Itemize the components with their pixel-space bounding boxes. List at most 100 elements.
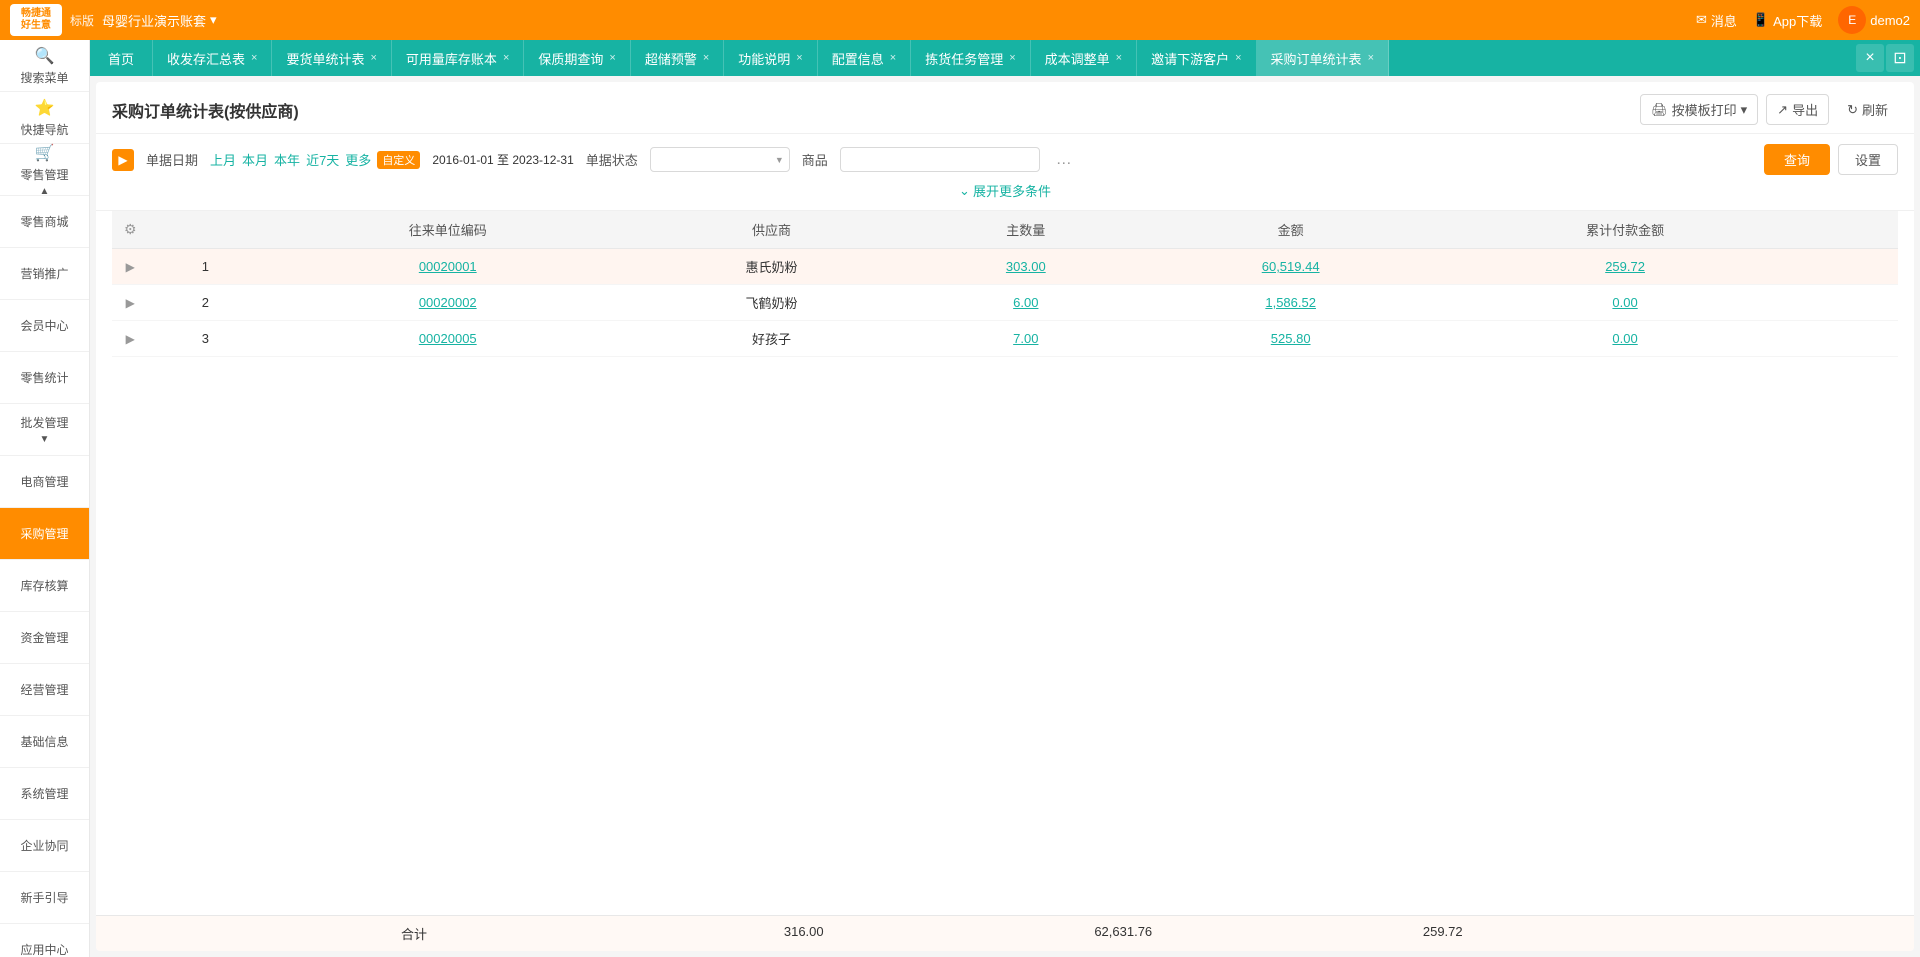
row-paid-amount[interactable]: 0.00 [1440,321,1811,357]
row-amount[interactable]: 1,586.52 [1142,285,1440,321]
row-main-qty[interactable]: 7.00 [910,321,1142,357]
tab-available-stock[interactable]: 可用量库存账本 × [392,40,524,76]
row-paid-amount[interactable]: 259.72 [1440,249,1811,285]
tab-purchase-stats[interactable]: 采购订单统计表 × [1257,40,1389,76]
row-main-qty[interactable]: 6.00 [910,285,1142,321]
row-supplier-name: 飞鹤奶粉 [633,285,910,321]
sidebar-item-retail-stats[interactable]: 零售统计 [0,352,89,404]
export-button[interactable]: ↗ 导出 [1766,94,1829,125]
row-main-qty[interactable]: 303.00 [910,249,1142,285]
shortcut-this-year[interactable]: 本年 [274,150,300,169]
print-button[interactable]: 🖨 按模板打印 ▾ [1640,94,1758,125]
row-amount[interactable]: 60,519.44 [1142,249,1440,285]
close-all-tabs-button[interactable]: × [1856,44,1884,72]
sidebar-item-search[interactable]: 🔍 搜索菜单 [0,40,89,92]
sidebar-item-wholesale[interactable]: 批发管理 ▼ [0,404,89,456]
sidebar-item-retail[interactable]: 🛒 零售管理 ▲ [0,144,89,196]
sidebar-item-member[interactable]: 会员中心 [0,300,89,352]
sidebar-item-quicknav[interactable]: ⭐ 快捷导航 [0,92,89,144]
col-amount: 金额 [1142,211,1440,249]
tab-receive-summary-close[interactable]: × [251,52,257,64]
maximize-button[interactable]: ⊡ [1886,44,1914,72]
workspace-selector[interactable]: 母婴行业演示账套 ▾ [102,11,217,30]
sidebar-label-wholesale: 批发管理 [20,414,68,431]
sidebar-item-finance[interactable]: 资金管理 [0,612,89,664]
search-icon: 🔍 [35,46,55,66]
workspace-label: 母婴行业演示账套 [102,11,206,30]
tab-order-stats[interactable]: 要货单统计表 × [272,40,391,76]
row-supplier-code[interactable]: 00020002 [262,285,633,321]
tab-available-stock-label: 可用量库存账本 [406,49,497,68]
tab-func-desc-close[interactable]: × [796,52,802,64]
tab-home[interactable]: 首页 [90,40,153,76]
message-icon: ✉ [1696,12,1707,28]
messages-button[interactable]: ✉ 消息 [1696,11,1737,30]
tab-overstock-alert-close[interactable]: × [703,52,709,64]
row-supplier-code[interactable]: 00020001 [262,249,633,285]
col-extra [1811,211,1898,249]
table-row: ▶ 3 00020005 好孩子 7.00 525.80 0.00 [112,321,1898,357]
refresh-button[interactable]: ↻ 刷新 [1837,95,1898,124]
row-supplier-name: 惠氏奶粉 [633,249,910,285]
tab-available-stock-close[interactable]: × [503,52,509,64]
tab-order-stats-close[interactable]: × [370,52,376,64]
user-menu[interactable]: E demo2 [1838,6,1910,34]
tab-pick-task-label: 拣货任务管理 [925,49,1003,68]
sidebar-item-operations[interactable]: 经营管理 [0,664,89,716]
sidebar-item-system[interactable]: 系统管理 [0,768,89,820]
tab-overstock-alert-label: 超储预警 [645,49,697,68]
tab-invite-downstream-close[interactable]: × [1235,52,1241,64]
setting-button[interactable]: 设置 [1838,144,1898,175]
sidebar-item-marketing[interactable]: 营销推广 [0,248,89,300]
tab-pick-task-close[interactable]: × [1009,52,1015,64]
row-extra [1811,249,1898,285]
tab-config-info[interactable]: 配置信息 × [818,40,911,76]
sidebar-item-newbie[interactable]: 新手引导 [0,872,89,924]
query-button[interactable]: 查询 [1764,144,1830,175]
row-supplier-code[interactable]: 00020005 [262,321,633,357]
status-select[interactable] [650,147,790,172]
expand-down-icon: ⌄ [959,183,970,199]
row-arrow[interactable]: ▶ [112,321,149,357]
row-amount[interactable]: 525.80 [1142,321,1440,357]
tab-overstock-alert[interactable]: 超储预警 × [631,40,724,76]
shortcut-7days[interactable]: 近7天 [306,150,339,169]
table-settings-icon[interactable]: ⚙ [124,221,137,237]
tab-pick-task[interactable]: 拣货任务管理 × [911,40,1030,76]
date-shortcuts: 上月 本月 本年 近7天 更多 自定义 [210,150,420,169]
app-download-button[interactable]: 📱 App下载 [1753,11,1822,30]
row-arrow[interactable]: ▶ [112,249,149,285]
shortcut-last-month[interactable]: 上月 [210,150,236,169]
export-icon: ↗ [1777,102,1788,118]
filter-toggle-button[interactable]: ▶ [112,149,134,171]
shortcut-this-month[interactable]: 本月 [242,150,268,169]
row-paid-amount[interactable]: 0.00 [1440,285,1811,321]
tab-func-desc[interactable]: 功能说明 × [724,40,817,76]
footer-total-label: 合计 [184,924,644,943]
sidebar-item-retail-shop[interactable]: 零售商城 [0,196,89,248]
sidebar-item-purchase[interactable]: 采购管理 [0,508,89,560]
status-select-wrapper [650,147,790,172]
sidebar-item-collab[interactable]: 企业协同 [0,820,89,872]
goods-filter-input[interactable] [840,147,1040,172]
goods-filter-more-button[interactable]: … [1052,151,1076,169]
tab-purchase-stats-close[interactable]: × [1368,52,1374,64]
shortcut-more[interactable]: 更多 [345,150,371,169]
sidebar-item-inventory[interactable]: 库存核算 [0,560,89,612]
tab-expiry-query-close[interactable]: × [609,52,615,64]
tab-cost-adjust[interactable]: 成本调整单 × [1031,40,1137,76]
sidebar-item-ecommerce[interactable]: 电商管理 [0,456,89,508]
custom-date-badge[interactable]: 自定义 [377,151,420,169]
expand-conditions-button[interactable]: ⌄ 展开更多条件 [959,181,1051,200]
filter-row-1: ▶ 单据日期 上月 本月 本年 近7天 更多 自定义 2016-01-01 至 … [112,144,1898,175]
sidebar-item-basics[interactable]: 基础信息 [0,716,89,768]
tab-expiry-query[interactable]: 保质期查询 × [524,40,630,76]
sidebar-label-appcenter: 应用中心 [20,941,68,957]
tab-config-info-close[interactable]: × [890,52,896,64]
tab-cost-adjust-close[interactable]: × [1116,52,1122,64]
tab-invite-downstream[interactable]: 邀请下游客户 × [1137,40,1256,76]
filter-expand-row: ⌄ 展开更多条件 [112,181,1898,200]
sidebar-item-appcenter[interactable]: 应用中心 [0,924,89,957]
row-arrow[interactable]: ▶ [112,285,149,321]
tab-receive-summary[interactable]: 收发存汇总表 × [153,40,272,76]
